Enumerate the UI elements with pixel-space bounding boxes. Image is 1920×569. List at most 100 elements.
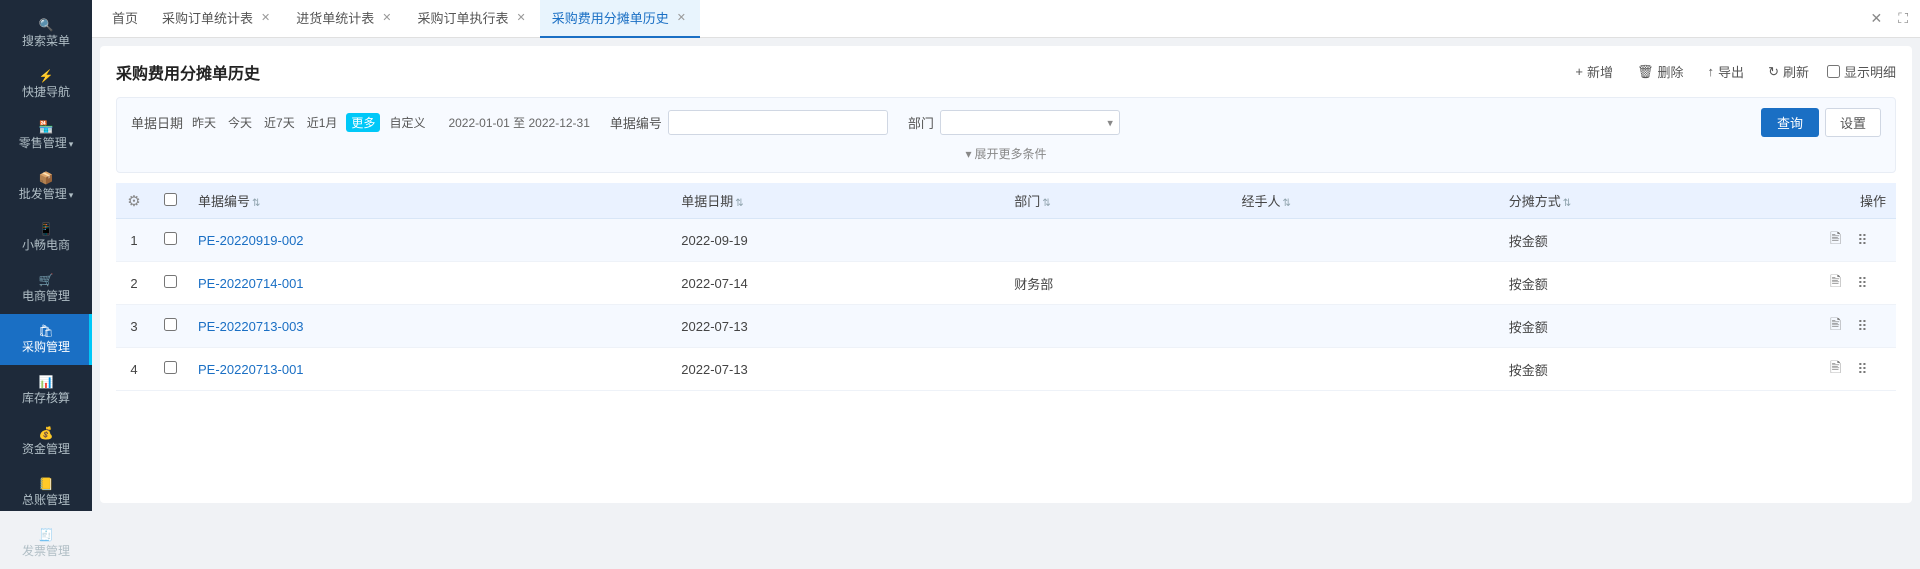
tab-purchase-order-stat-close[interactable]: ✕ bbox=[259, 10, 272, 25]
tab-purchase-fee-history-close[interactable]: ✕ bbox=[675, 10, 688, 25]
row-select[interactable] bbox=[164, 232, 177, 245]
row-code-link[interactable]: PE-20220713-003 bbox=[198, 319, 304, 334]
shortcut-1month[interactable]: 近1月 bbox=[304, 113, 341, 132]
date-sort-icon[interactable]: ⇅ bbox=[735, 198, 743, 209]
row-code: PE-20220919-002 bbox=[188, 219, 671, 262]
page-title: 采购费用分摊单历史 bbox=[116, 60, 260, 84]
sidebar-item-wholesale[interactable]: 📦 批发管理▾ bbox=[0, 161, 92, 212]
export-icon: ↑ bbox=[1708, 64, 1715, 79]
show-columns-checkbox[interactable]: 显示明细 bbox=[1827, 62, 1896, 81]
export-button[interactable]: ↑ 导出 bbox=[1702, 58, 1751, 85]
sidebar-item-search[interactable]: 🔍 搜索菜单 bbox=[0, 8, 92, 59]
row-ops: 🖹 ⠿ bbox=[1816, 219, 1896, 262]
sidebar-item-label: 库存核算 bbox=[4, 389, 88, 406]
dept-filter-select[interactable] bbox=[940, 110, 1120, 135]
shortcut-custom[interactable]: 自定义 bbox=[386, 113, 428, 132]
sidebar-item-finance[interactable]: 💰 资金管理 bbox=[0, 416, 92, 467]
date-filter: 单据日期 昨天 今天 近7天 近1月 更多 自定义 bbox=[131, 113, 428, 132]
sidebar-item-invoice[interactable]: 🧾 发票管理 bbox=[0, 518, 92, 569]
row-code-link[interactable]: PE-20220919-002 bbox=[198, 233, 304, 248]
sidebar-item-ecommerce[interactable]: 🛒 电商管理 bbox=[0, 263, 92, 314]
tab-purchase-fee-history[interactable]: 采购费用分摊单历史 ✕ bbox=[540, 0, 700, 38]
filter-actions: 查询 设置 bbox=[1761, 108, 1881, 137]
row-dept bbox=[1004, 305, 1231, 348]
row-select[interactable] bbox=[164, 318, 177, 331]
sidebar-item-label: 发票管理 bbox=[4, 542, 88, 559]
filter-expand: ▾ 展开更多条件 bbox=[131, 145, 1881, 162]
row-code-link[interactable]: PE-20220713-001 bbox=[198, 362, 304, 377]
row-select[interactable] bbox=[164, 275, 177, 288]
handler-sort-icon[interactable]: ⇅ bbox=[1283, 198, 1291, 209]
sidebar-item-retail[interactable]: 🏪 零售管理▾ bbox=[0, 110, 92, 161]
sidebar-item-ledger[interactable]: 📒 总账管理 bbox=[0, 467, 92, 518]
row-checkbox[interactable] bbox=[152, 348, 188, 391]
view-button[interactable]: 🖹 bbox=[1826, 312, 1845, 340]
finance-icon: 💰 bbox=[4, 426, 88, 440]
sidebar-item-label: 电商管理 bbox=[4, 287, 88, 304]
tab-expand-icon[interactable]: ⛶ bbox=[1894, 8, 1912, 29]
row-checkbox[interactable] bbox=[152, 305, 188, 348]
row-date: 2022-07-14 bbox=[671, 262, 1004, 305]
gear-icon[interactable]: ⚙ bbox=[127, 193, 140, 210]
tab-purchase-order-exec-close[interactable]: ✕ bbox=[515, 10, 528, 25]
query-button[interactable]: 查询 bbox=[1761, 108, 1819, 137]
row-code-link[interactable]: PE-20220714-001 bbox=[198, 276, 304, 291]
date-range-display: 2022-01-01 至 2022-12-31 bbox=[448, 114, 589, 131]
page-header: 采购费用分摊单历史 + 新增 🗑 删除 ↑ 导出 ↻ 刷新 bbox=[116, 58, 1896, 85]
expand-button[interactable]: ▾ 展开更多条件 bbox=[965, 145, 1046, 162]
tab-purchase-order-exec-label: 采购订单执行表 bbox=[417, 8, 508, 27]
refresh-button[interactable]: ↻ 刷新 bbox=[1762, 58, 1815, 85]
shortcut-icon: ⚡ bbox=[4, 69, 88, 83]
more-button[interactable]: ⠿ bbox=[1853, 230, 1871, 251]
retail-icon: 🏪 bbox=[4, 120, 88, 134]
tab-home[interactable]: 首页 bbox=[100, 0, 150, 38]
view-button[interactable]: 🖹 bbox=[1826, 269, 1845, 297]
shortcut-more[interactable]: 更多 bbox=[346, 113, 380, 132]
col-method: 分摊方式⇅ bbox=[1499, 183, 1816, 219]
tab-inbound-stat-close[interactable]: ✕ bbox=[380, 10, 393, 25]
view-button[interactable]: 🖹 bbox=[1826, 355, 1845, 383]
show-columns-input[interactable] bbox=[1827, 65, 1840, 78]
settings-button[interactable]: 设置 bbox=[1825, 108, 1881, 137]
view-button[interactable]: 🖹 bbox=[1826, 226, 1845, 254]
row-no: 1 bbox=[116, 219, 152, 262]
shortcut-7days[interactable]: 近7天 bbox=[261, 113, 298, 132]
dept-select-wrapper bbox=[940, 110, 1120, 135]
date-shortcuts: 昨天 今天 近7天 近1月 更多 自定义 bbox=[189, 113, 428, 132]
sidebar-item-purchase[interactable]: 🛍 采购管理 bbox=[0, 314, 92, 365]
row-handler bbox=[1232, 348, 1499, 391]
row-dept bbox=[1004, 219, 1231, 262]
tab-purchase-order-stat[interactable]: 采购订单统计表 ✕ bbox=[150, 0, 284, 38]
shortcut-yesterday[interactable]: 昨天 bbox=[189, 113, 219, 132]
wholesale-icon: 📦 bbox=[4, 171, 88, 185]
row-checkbox[interactable] bbox=[152, 219, 188, 262]
col-checkbox bbox=[152, 183, 188, 219]
code-sort-icon[interactable]: ⇅ bbox=[252, 198, 260, 209]
select-all-checkbox[interactable] bbox=[164, 193, 177, 206]
add-button[interactable]: + 新增 bbox=[1569, 58, 1619, 85]
sidebar-item-shortcut[interactable]: ⚡ 快捷导航 bbox=[0, 59, 92, 110]
sidebar-item-wechat[interactable]: 📱 小畅电商 bbox=[0, 212, 92, 263]
sidebar-item-label: 搜索菜单 bbox=[4, 32, 88, 49]
tab-close-all-icon[interactable]: ✕ bbox=[1866, 8, 1886, 29]
row-select[interactable] bbox=[164, 361, 177, 374]
method-sort-icon[interactable]: ⇅ bbox=[1563, 198, 1571, 209]
table-wrap: ⚙ 单据编号⇅ 单据日期⇅ 部门⇅ bbox=[116, 183, 1896, 491]
shortcut-today[interactable]: 今天 bbox=[225, 113, 255, 132]
sidebar-item-inventory[interactable]: 📊 库存核算 bbox=[0, 365, 92, 416]
tab-purchase-order-exec[interactable]: 采购订单执行表 ✕ bbox=[405, 0, 539, 38]
search-icon: 🔍 bbox=[4, 18, 88, 32]
row-checkbox[interactable] bbox=[152, 262, 188, 305]
dept-filter: 部门 bbox=[908, 110, 1120, 135]
delete-button[interactable]: 🗑 删除 bbox=[1631, 58, 1690, 85]
row-dept bbox=[1004, 348, 1231, 391]
tab-purchase-order-stat-label: 采购订单统计表 bbox=[162, 8, 253, 27]
row-code: PE-20220713-003 bbox=[188, 305, 671, 348]
more-button[interactable]: ⠿ bbox=[1853, 316, 1871, 337]
dept-sort-icon[interactable]: ⇅ bbox=[1042, 198, 1050, 209]
more-button[interactable]: ⠿ bbox=[1853, 273, 1871, 294]
code-filter-input[interactable] bbox=[668, 110, 888, 135]
tab-inbound-stat[interactable]: 进货单统计表 ✕ bbox=[284, 0, 405, 38]
row-dept: 财务部 bbox=[1004, 262, 1231, 305]
more-button[interactable]: ⠿ bbox=[1853, 359, 1871, 380]
